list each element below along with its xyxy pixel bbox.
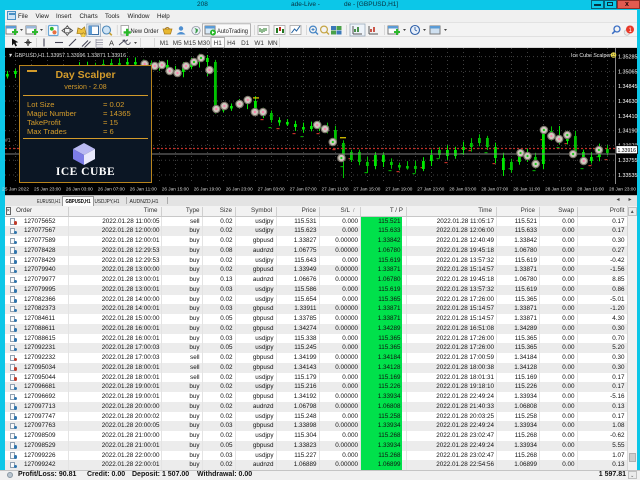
svg-text:28 Jan 15:00: 28 Jan 15:00: [545, 187, 572, 193]
svg-text:1.33755: 1.33755: [618, 158, 638, 164]
svg-text:A: A: [109, 39, 114, 48]
svg-text:EURUSD,H1: EURUSD,H1: [37, 199, 61, 205]
svg-text:AUDNZD,H1: AUDNZD,H1: [130, 199, 159, 205]
svg-text:1.34845: 1.34845: [618, 84, 638, 90]
svg-text:AutoTrading: AutoTrading: [217, 28, 249, 35]
svg-text:Ice Cube Scalper: Ice Cube Scalper: [571, 53, 611, 59]
svg-text:27 Jan 11:00: 27 Jan 11:00: [322, 187, 349, 193]
svg-text:28 Jan 03:00: 28 Jan 03:00: [449, 187, 476, 193]
svg-text:28 Jan 11:00: 28 Jan 11:00: [513, 187, 540, 193]
svg-text:M1: M1: [160, 40, 169, 47]
svg-text:D1: D1: [241, 40, 250, 47]
svg-text:W1: W1: [254, 40, 264, 47]
svg-text:#1: #1: [5, 138, 11, 144]
svg-text:27 Jan 07:00: 27 Jan 07:00: [290, 187, 317, 193]
svg-text:M15: M15: [183, 40, 196, 47]
svg-text:25 Jan 23:00: 25 Jan 23:00: [34, 187, 61, 193]
svg-text:M30: M30: [197, 40, 210, 47]
svg-text:1.34630: 1.34630: [618, 99, 638, 105]
svg-text:H4: H4: [227, 40, 236, 47]
svg-text:27 Jan 19:00: 27 Jan 19:00: [385, 187, 412, 193]
svg-text:26 Jan 03:00: 26 Jan 03:00: [66, 187, 93, 193]
svg-text:28 Jan 07:00: 28 Jan 07:00: [481, 187, 508, 193]
svg-text:27 Jan 15:00: 27 Jan 15:00: [353, 187, 380, 193]
svg-text:USDJPY,H1: USDJPY,H1: [95, 199, 120, 205]
svg-text:27 Jan 03:00: 27 Jan 03:00: [258, 187, 285, 193]
svg-text:26 Jan 15:00: 26 Jan 15:00: [162, 187, 189, 193]
svg-text:1.35065: 1.35065: [618, 69, 638, 75]
svg-text:1.34190: 1.34190: [618, 129, 638, 135]
svg-text:1.34410: 1.34410: [618, 114, 638, 120]
svg-text:26 Jan 11:00: 26 Jan 11:00: [130, 187, 157, 193]
svg-text:28 Jan 23:00: 28 Jan 23:00: [609, 187, 636, 193]
svg-text:28 Jan 19:00: 28 Jan 19:00: [577, 187, 604, 193]
svg-text:H1: H1: [214, 40, 223, 47]
svg-text:25 Jan 2022: 25 Jan 2022: [2, 187, 29, 193]
svg-text:GBPUSD,H1: GBPUSD,H1: [66, 199, 91, 205]
svg-text:26 Jan 23:00: 26 Jan 23:00: [226, 187, 253, 193]
svg-text:M5: M5: [173, 40, 182, 47]
svg-text:27 Jan 23:00: 27 Jan 23:00: [417, 187, 444, 193]
svg-text:1.33535: 1.33535: [618, 173, 638, 179]
svg-text:1.35285: 1.35285: [618, 55, 638, 61]
svg-text:New Order: New Order: [131, 28, 159, 35]
svg-text:26 Jan 19:00: 26 Jan 19:00: [194, 187, 221, 193]
svg-text:▼ GBPUSD,H1 1.33957 1.33996 1: ▼ GBPUSD,H1 1.33957 1.33996 1.33871 1.33…: [8, 53, 126, 59]
svg-text:26 Jan 07:00: 26 Jan 07:00: [98, 187, 125, 193]
svg-text:MN: MN: [268, 40, 278, 47]
svg-text:1.33916: 1.33916: [618, 148, 637, 154]
